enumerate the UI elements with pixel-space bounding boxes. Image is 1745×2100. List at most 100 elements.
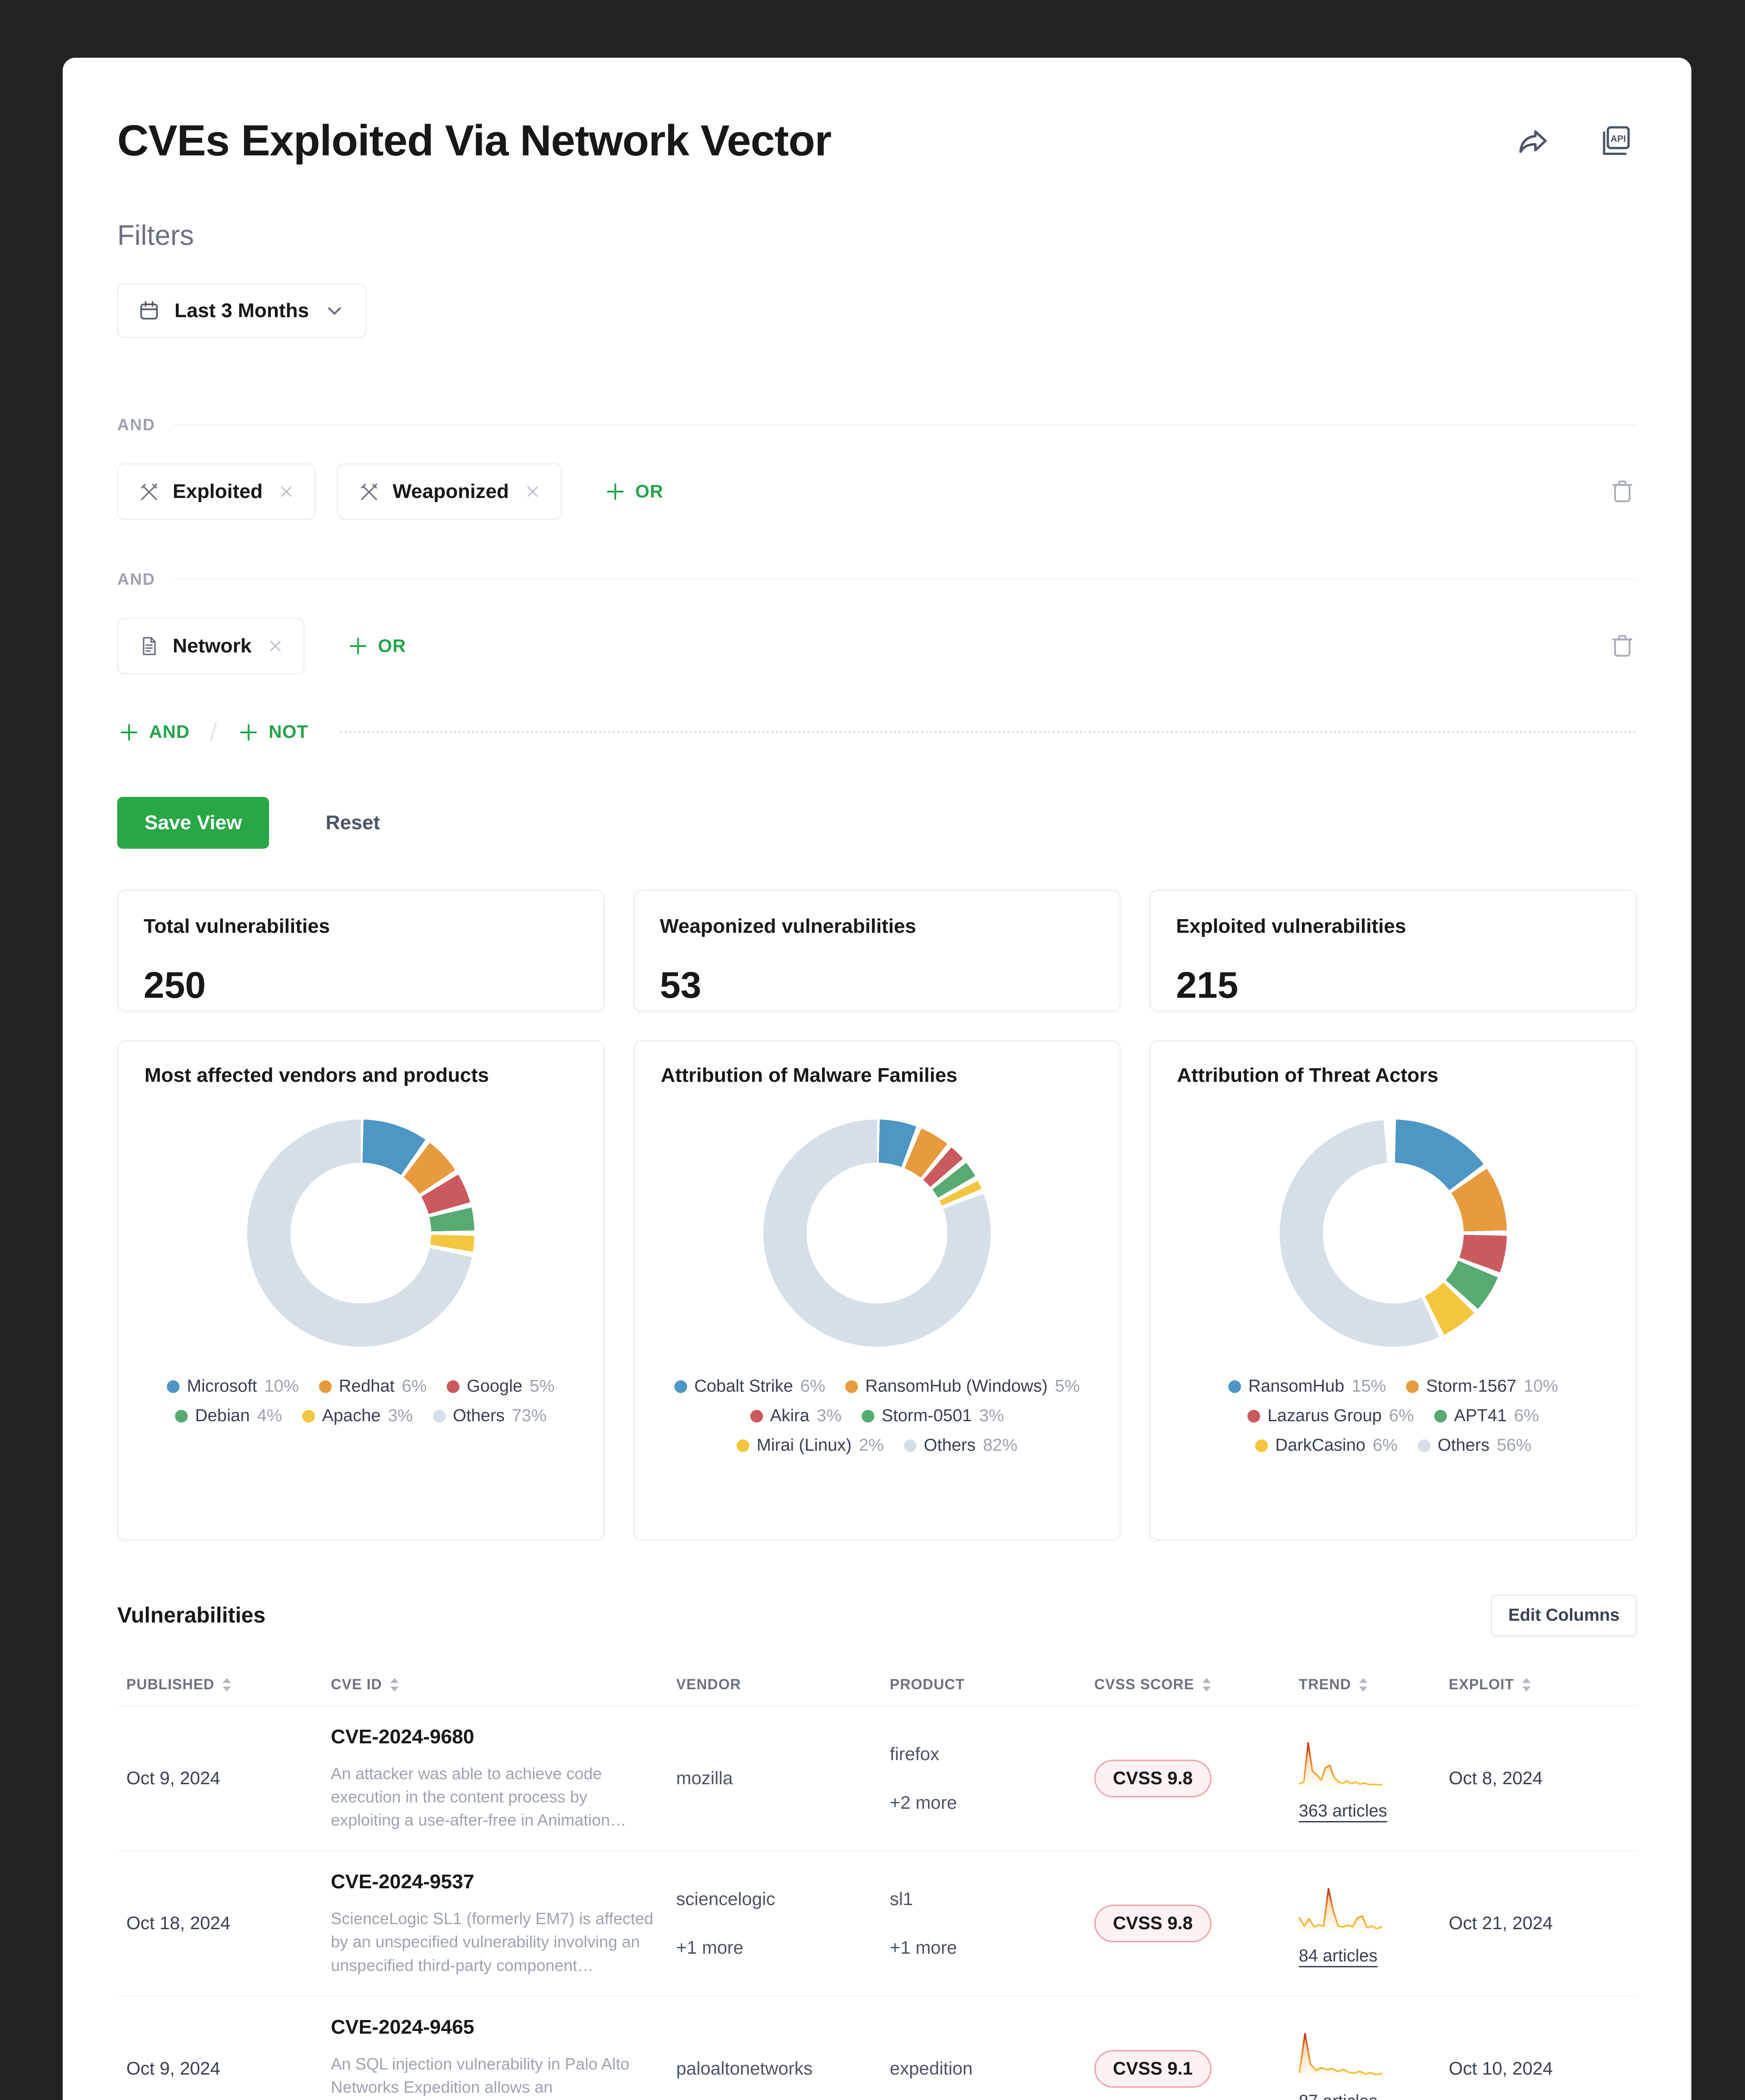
column-header[interactable]: CVSS SCORE <box>1085 1676 1290 1693</box>
cve-id-link[interactable]: CVE-2024-9465 <box>331 2016 667 2039</box>
chips: Exploited Weaponized <box>117 463 583 520</box>
vulnerabilities-section: Vulnerabilities Edit Columns PUBLISHED C… <box>117 1595 1637 2100</box>
legend-item: Others 82% <box>903 1436 1017 1455</box>
column-header[interactable]: EXPLOIT <box>1440 1676 1637 1693</box>
trend-cell: 87 articles <box>1290 2026 1440 2100</box>
trend-sparkline <box>1298 2033 1383 2078</box>
edit-columns-button[interactable]: Edit Columns <box>1491 1595 1637 1636</box>
cve-id-link[interactable]: CVE-2024-9537 <box>331 1871 667 1893</box>
column-header[interactable]: CVE ID <box>322 1676 667 1693</box>
header: CVEs Exploited Via Network Vector API <box>117 58 1637 166</box>
legend-dot <box>302 1409 315 1423</box>
chips: Network <box>117 618 326 674</box>
legend-dot <box>1417 1439 1431 1452</box>
sort-icon[interactable] <box>1201 1677 1212 1692</box>
add-or-button[interactable]: OR <box>346 634 406 658</box>
legend-dot <box>175 1409 188 1423</box>
stat-cards: Total vulnerabilities 250 Weaponized vul… <box>117 890 1637 1011</box>
cve-cell: CVE-2024-9680 An attacker was able to ac… <box>322 1726 667 1831</box>
cve-id-link[interactable]: CVE-2024-9680 <box>331 1726 667 1748</box>
save-view-button[interactable]: Save View <box>117 797 269 849</box>
column-header[interactable]: PUBLISHED <box>117 1676 322 1693</box>
donut-chart <box>247 1120 474 1347</box>
column-header[interactable]: PRODUCT <box>881 1676 1085 1693</box>
dotted-divider <box>340 731 1637 733</box>
chart-cards: Most affected vendors and products Micro… <box>117 1040 1637 1540</box>
operator-label: AND <box>117 415 155 434</box>
trash-icon[interactable] <box>1608 477 1637 506</box>
legend-item: Akira 3% <box>750 1406 842 1426</box>
legend-dot <box>1247 1409 1261 1423</box>
filter-chip-label: Network <box>173 635 252 657</box>
date-range-filter[interactable]: Last 3 Months <box>117 284 366 338</box>
add-or-button[interactable]: OR <box>603 480 663 503</box>
column-header[interactable]: VENDOR <box>667 1676 881 1693</box>
cve-description: An attacker was able to achieve code exe… <box>331 1764 610 1830</box>
remove-chip-icon[interactable] <box>266 637 284 655</box>
legend-dot <box>674 1380 687 1393</box>
share-icon[interactable] <box>1516 124 1551 158</box>
filter-chip-label: Weaponized <box>393 480 509 503</box>
legend-dot <box>1228 1380 1241 1393</box>
donut-chart <box>763 1120 991 1347</box>
column-header[interactable]: TREND <box>1290 1676 1440 1693</box>
table-title: Vulnerabilities <box>117 1603 266 1627</box>
svg-text:API: API <box>1610 134 1626 144</box>
stat-value: 53 <box>660 965 702 1006</box>
exploit-cell: Oct 21, 2024 <box>1449 1913 1553 1934</box>
cve-description: ScienceLogic SL1 (formerly EM7) is affec… <box>331 1909 653 1975</box>
chart-title: Attribution of Threat Actors <box>1177 1064 1439 1086</box>
filter-actions: Save View Reset <box>117 797 1637 849</box>
chart-card: Attribution of Threat Actors RansomHub 1… <box>1150 1040 1637 1540</box>
chart-legend: Cobalt Strike 6% RansomHub (Windows) 5% … <box>673 1377 1082 1455</box>
sort-icon[interactable] <box>1521 1677 1532 1692</box>
filter-chip[interactable]: Weaponized <box>337 463 562 520</box>
table-body: Oct 9, 2024 CVE-2024-9680 An attacker wa… <box>117 1706 1637 2100</box>
table-row[interactable]: Oct 18, 2024 CVE-2024-9537 ScienceLogic … <box>117 1851 1637 1995</box>
stat-card: Exploited vulnerabilities 215 <box>1150 890 1637 1011</box>
legend-item: Lazarus Group 6% <box>1247 1406 1414 1426</box>
filter-chip[interactable]: Network <box>117 618 304 674</box>
table-row[interactable]: Oct 9, 2024 CVE-2024-9680 An attacker wa… <box>117 1706 1637 1851</box>
table-row[interactable]: Oct 9, 2024 CVE-2024-9465 An SQL injecti… <box>117 1995 1637 2100</box>
legend-dot <box>1255 1439 1268 1452</box>
remove-chip-icon[interactable] <box>524 483 542 501</box>
filter-chips-row: Network OR <box>117 618 1637 674</box>
stat-card: Weaponized vulnerabilities 53 <box>633 890 1121 1011</box>
header-actions: API <box>1516 124 1637 158</box>
cvss-cell: CVSS 9.8 <box>1085 1760 1290 1798</box>
cve-cell: CVE-2024-9465 An SQL injection vulnerabi… <box>322 2016 667 2100</box>
date-range-label: Last 3 Months <box>174 299 309 322</box>
remove-chip-icon[interactable] <box>277 483 295 501</box>
articles-link[interactable]: 84 articles <box>1299 1946 1377 1966</box>
add-and-button[interactable]: AND <box>117 721 190 744</box>
sort-icon[interactable] <box>1357 1677 1369 1692</box>
api-icon[interactable]: API <box>1598 124 1632 158</box>
dashboard-card: CVEs Exploited Via Network Vector API Fi… <box>63 58 1691 2100</box>
trash-icon[interactable] <box>1608 632 1637 661</box>
legend-item: Debian 4% <box>175 1406 282 1426</box>
legend-item: APT41 6% <box>1434 1406 1539 1426</box>
filter-chip[interactable]: Exploited <box>117 463 316 520</box>
legend-dot <box>750 1409 763 1423</box>
document-icon <box>137 634 161 658</box>
legend-item: Cobalt Strike 6% <box>674 1377 825 1396</box>
legend-dot <box>736 1439 749 1452</box>
add-not-button[interactable]: NOT <box>237 721 308 744</box>
sort-icon[interactable] <box>221 1677 233 1692</box>
legend-item: Storm-1567 10% <box>1406 1377 1558 1396</box>
articles-link[interactable]: 87 articles <box>1299 2092 1377 2100</box>
cvss-badge: CVSS 9.8 <box>1094 1760 1212 1798</box>
chart-title: Most affected vendors and products <box>145 1064 489 1086</box>
swords-icon <box>137 480 161 503</box>
trend-cell: 84 articles <box>1290 1881 1440 1966</box>
reset-button[interactable]: Reset <box>325 811 380 834</box>
exploit-cell: Oct 10, 2024 <box>1449 2058 1553 2079</box>
stat-label: Exploited vulnerabilities <box>1176 915 1406 937</box>
published-cell: Oct 9, 2024 <box>126 2058 220 2079</box>
articles-link[interactable]: 363 articles <box>1299 1801 1387 1821</box>
donut-chart <box>1280 1120 1507 1347</box>
cve-cell: CVE-2024-9537 ScienceLogic SL1 (formerly… <box>322 1871 667 1976</box>
published-cell: Oct 18, 2024 <box>126 1913 231 1934</box>
sort-icon[interactable] <box>389 1677 400 1692</box>
